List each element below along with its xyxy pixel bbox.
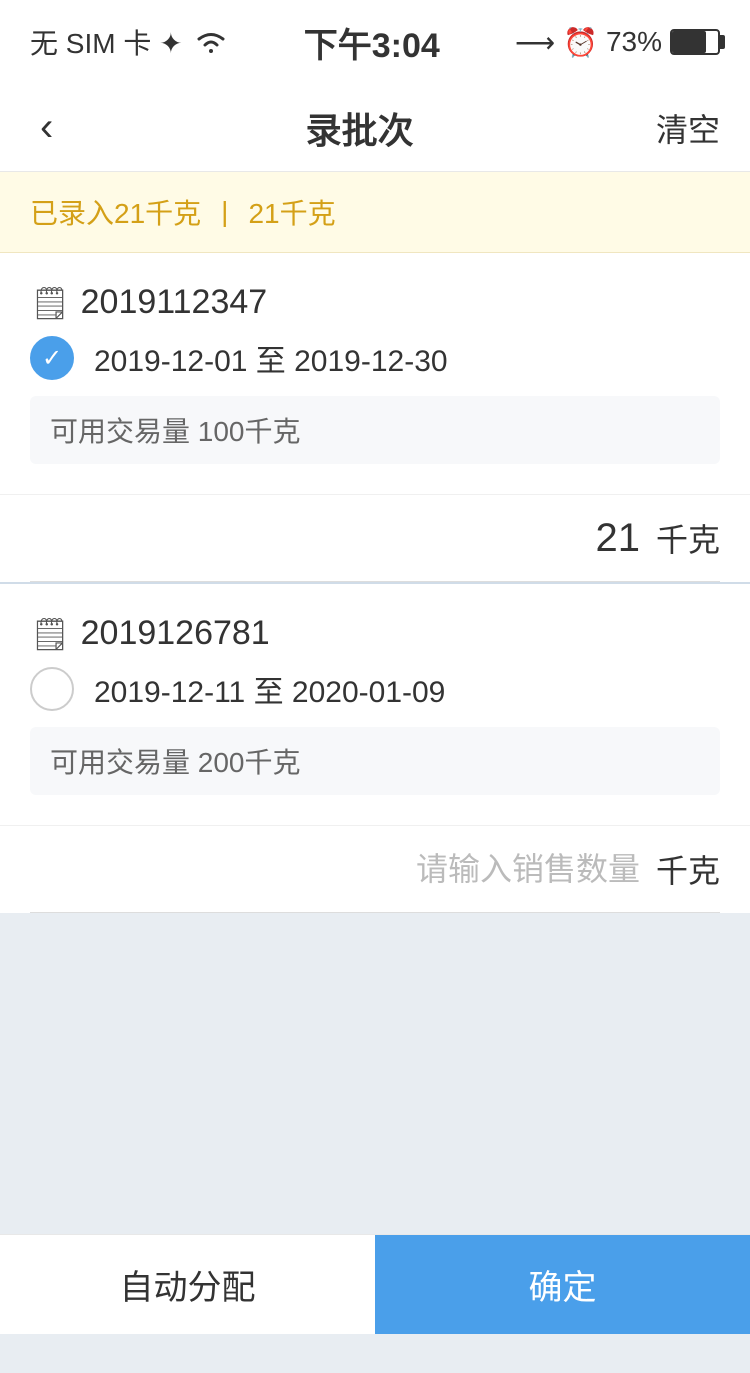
back-button[interactable]: ‹: [30, 95, 63, 160]
page-title: 录批次: [306, 102, 414, 154]
wifi-icon: [193, 29, 229, 55]
batch2-number: 2019126781: [81, 614, 270, 653]
batch1-quantity-row: 21 千克: [0, 494, 750, 581]
batch2-quantity-row: 千克: [0, 825, 750, 912]
batch2-radio[interactable]: [30, 667, 74, 711]
doc-icon-2: 🗒: [30, 615, 71, 653]
batch1-date-row: ✓ 2019-12-01 至 2019-12-30: [30, 336, 720, 380]
batch1-header: 🗒 2019112347: [30, 283, 720, 322]
battery-icon: [670, 29, 720, 55]
status-time: 下午3:04: [304, 18, 440, 67]
doc-icon-1: 🗒: [30, 284, 71, 322]
batch1-quantity-value: 21: [595, 516, 640, 561]
batch1-date: 2019-12-01 至 2019-12-30: [94, 336, 448, 380]
batch1-radio[interactable]: ✓: [30, 336, 74, 380]
batch-card-2: 🗒 2019126781 2019-12-11 至 2020-01-09 可用交…: [0, 584, 750, 913]
clear-button[interactable]: 清空: [656, 105, 720, 151]
battery-label: 73%: [606, 26, 662, 58]
bottom-bar: 自动分配 确定: [0, 1234, 750, 1334]
recorded-label: 已录入21千克: [30, 192, 201, 232]
quantity-input[interactable]: [340, 851, 640, 888]
batch2-header: 🗒 2019126781: [30, 614, 720, 653]
info-divider: |: [221, 196, 228, 228]
batch1-number: 2019112347: [81, 283, 268, 322]
batch1-unit: 千克: [656, 515, 720, 561]
auto-distribute-button[interactable]: 自动分配: [0, 1235, 375, 1334]
status-right: ⟶ ⏰ 73%: [515, 26, 720, 59]
check-icon-1: ✓: [42, 344, 62, 373]
nav-bar: ‹ 录批次 清空: [0, 84, 750, 172]
recorded-value: 21千克: [248, 192, 335, 232]
batch2-date-row: 2019-12-11 至 2020-01-09: [30, 667, 720, 711]
status-bar: 无 SIM 卡 ✦ 下午3:04 ⟶ ⏰ 73%: [0, 0, 750, 84]
sim-label: 无 SIM 卡 ✦: [30, 22, 183, 62]
status-left: 无 SIM 卡 ✦: [30, 22, 229, 62]
location-icon: ⟶: [515, 26, 555, 59]
batch-card-1: 🗒 2019112347 ✓ 2019-12-01 至 2019-12-30 可…: [0, 253, 750, 582]
alarm-icon: ⏰: [563, 26, 598, 59]
batch2-available: 可用交易量 200千克: [30, 727, 720, 795]
batch2-unit: 千克: [656, 846, 720, 892]
info-bar: 已录入21千克 | 21千克: [0, 172, 750, 253]
batch1-available: 可用交易量 100千克: [30, 396, 720, 464]
batch2-date: 2019-12-11 至 2020-01-09: [94, 667, 445, 711]
confirm-button[interactable]: 确定: [375, 1235, 750, 1334]
